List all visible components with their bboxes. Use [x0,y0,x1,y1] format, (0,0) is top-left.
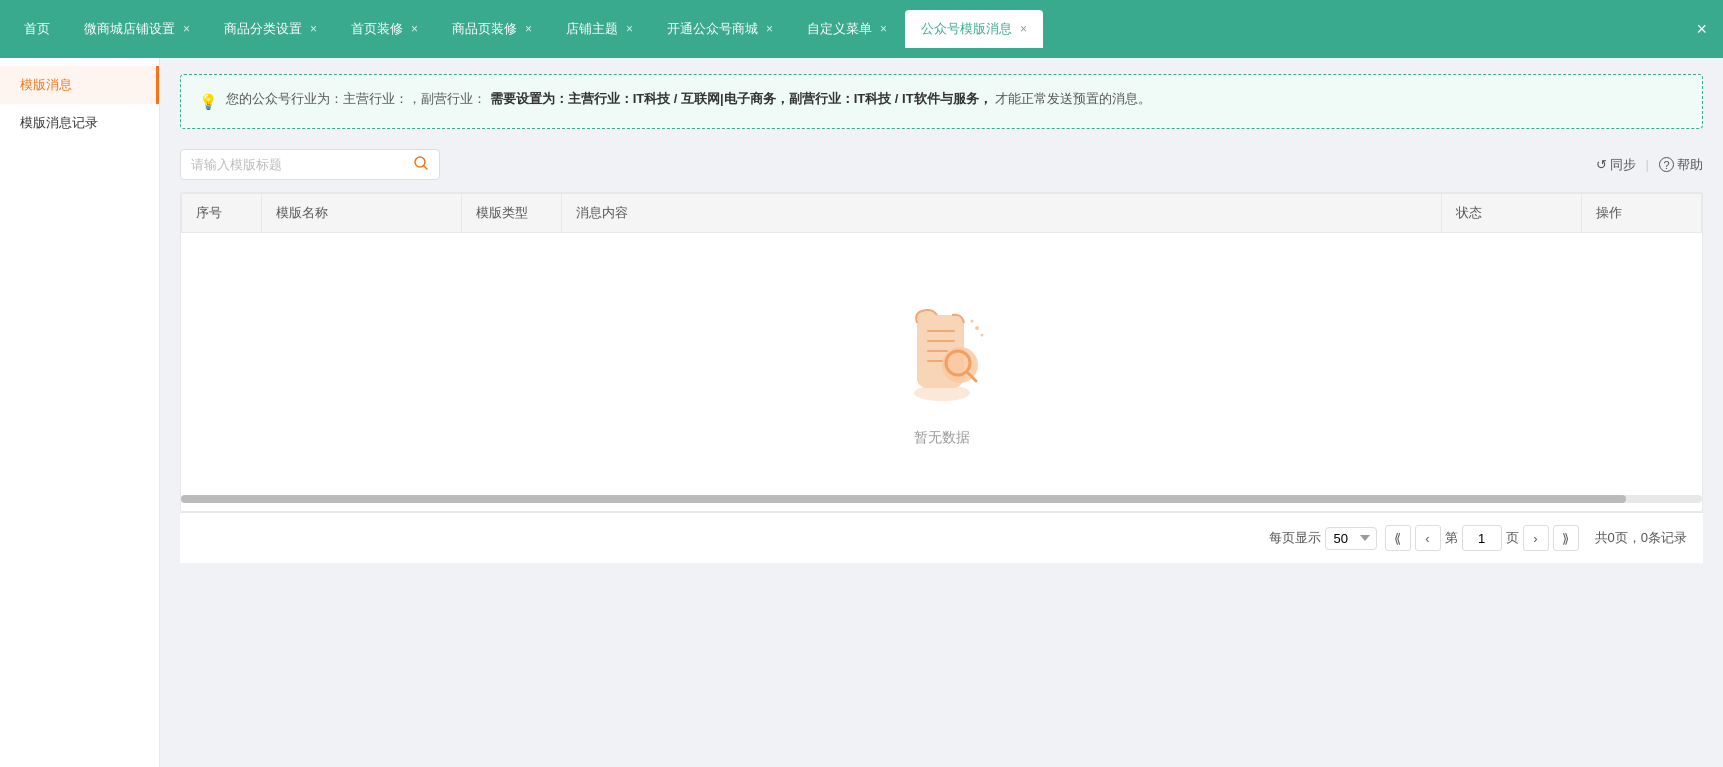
col-actions: 操作 [1582,194,1702,233]
sidebar-item-template-msg[interactable]: 模版消息 [0,66,159,104]
close-icon[interactable]: × [626,23,633,35]
help-button[interactable]: ? 帮助 [1659,156,1703,174]
empty-text: 暂无数据 [914,429,970,447]
svg-point-12 [970,320,973,323]
help-icon: ? [1659,157,1674,172]
close-icon[interactable]: × [1020,23,1027,35]
prev-page-button[interactable]: ‹ [1415,525,1441,551]
empty-illustration [882,293,1002,413]
notice-highlight: 需要设置为：主营行业：IT科技 / 互联网|电子商务，副营行业：IT科技 / I… [490,91,992,106]
search-bar: ↺ 同步 | ? 帮助 [180,149,1703,180]
tab-wsc-settings[interactable]: 微商城店铺设置 × [68,10,206,48]
sync-help-area: ↺ 同步 | ? 帮助 [1596,156,1703,174]
window-close-button[interactable]: × [1688,15,1715,44]
search-input[interactable] [191,157,413,172]
col-content: 消息内容 [562,194,1442,233]
col-type: 模版类型 [462,194,562,233]
close-icon[interactable]: × [880,23,887,35]
col-seq: 序号 [182,194,262,233]
help-label: 帮助 [1677,156,1703,174]
table-container: 序号 模版名称 模版类型 消息内容 状态 操作 [180,192,1703,512]
search-button[interactable] [413,155,429,174]
page-size-label: 每页显示 [1269,529,1321,547]
close-icon[interactable]: × [183,23,190,35]
tab-home-decor[interactable]: 首页装修 × [335,10,434,48]
horizontal-scrollbar[interactable] [181,495,1702,503]
last-page-button[interactable]: ⟫ [1553,525,1579,551]
tab-open-mall[interactable]: 开通公众号商城 × [651,10,789,48]
page-nav: ⟪ ‹ 第 页 › ⟫ [1385,525,1579,551]
svg-line-1 [424,166,428,170]
col-status: 状态 [1442,194,1582,233]
lightbulb-icon: 💡 [199,90,218,114]
divider: | [1646,157,1649,172]
content-area: 💡 您的公众号行业为：主营行业：，副营行业： 需要设置为：主营行业：IT科技 /… [160,58,1723,767]
page-before-label: 第 [1445,529,1458,547]
main-layout: 模版消息 模版消息记录 💡 您的公众号行业为：主营行业：，副营行业： 需要设置为… [0,58,1723,767]
tab-bar: 首页 微商城店铺设置 × 商品分类设置 × 首页装修 × 商品页装修 × 店铺主… [0,0,1723,58]
refresh-icon: ↺ [1596,157,1607,172]
notice-suffix: 才能正常发送预置的消息。 [995,91,1151,106]
notice-box: 💡 您的公众号行业为：主营行业：，副营行业： 需要设置为：主营行业：IT科技 /… [180,74,1703,129]
sidebar: 模版消息 模版消息记录 [0,58,160,767]
col-name: 模版名称 [262,194,462,233]
tab-shop-theme[interactable]: 店铺主题 × [550,10,649,48]
search-input-wrap [180,149,440,180]
tab-custom-menu[interactable]: 自定义菜单 × [791,10,903,48]
data-table: 序号 模版名称 模版类型 消息内容 状态 操作 [181,193,1702,233]
tab-product-page-decor[interactable]: 商品页装修 × [436,10,548,48]
svg-point-11 [980,334,983,337]
tab-template-msg[interactable]: 公众号模版消息 × [905,10,1043,48]
total-label: 共0页，0条记录 [1595,529,1687,547]
close-icon[interactable]: × [525,23,532,35]
tab-product-category[interactable]: 商品分类设置 × [208,10,333,48]
pagination-bar: 每页显示 10 20 50 100 ⟪ ‹ 第 页 › ⟫ 共0页，0条记录 [180,512,1703,563]
sync-button[interactable]: ↺ 同步 [1596,156,1636,174]
page-size-select: 每页显示 10 20 50 100 [1269,527,1377,550]
next-page-button[interactable]: › [1523,525,1549,551]
sidebar-item-template-msg-record[interactable]: 模版消息记录 [0,104,159,142]
svg-point-10 [975,326,979,330]
close-icon[interactable]: × [310,23,317,35]
close-icon[interactable]: × [766,23,773,35]
notice-prefix: 您的公众号行业为：主营行业：，副营行业： [226,91,486,106]
page-after-label: 页 [1506,529,1519,547]
tab-home[interactable]: 首页 [8,10,66,48]
page-size-dropdown[interactable]: 10 20 50 100 [1325,527,1377,550]
page-number-input[interactable] [1462,525,1502,551]
close-icon[interactable]: × [411,23,418,35]
sync-label: 同步 [1610,156,1636,174]
first-page-button[interactable]: ⟪ [1385,525,1411,551]
empty-state: 暂无数据 [181,233,1702,487]
